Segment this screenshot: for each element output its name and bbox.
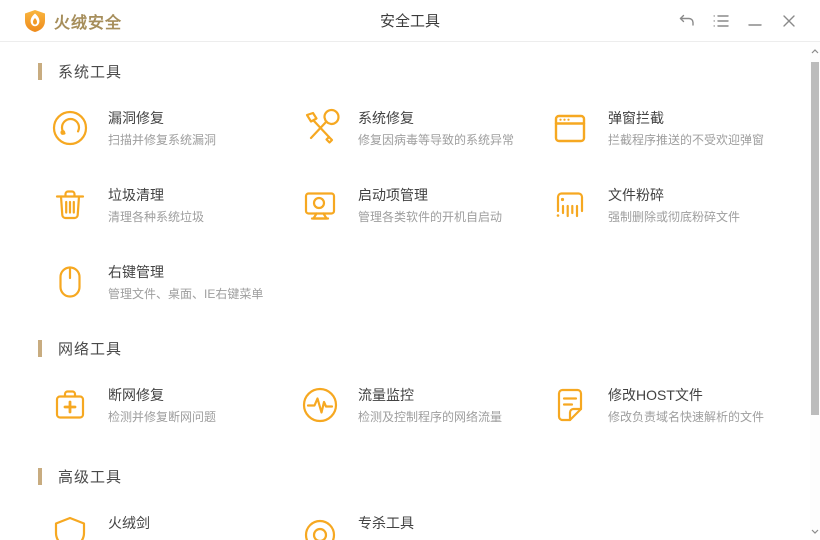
brand: 火绒安全: [0, 9, 122, 33]
tool-context-menu-manager[interactable]: 右键管理 管理文件、桌面、IE右键菜单: [50, 262, 300, 302]
tool-file-shredder[interactable]: 文件粉碎 强制删除或彻底粉碎文件: [550, 185, 800, 225]
context-menu-manager-icon: [50, 262, 90, 302]
section-bar: [38, 62, 42, 80]
menu-icon[interactable]: [704, 6, 738, 36]
popup-blocker-icon: [550, 108, 590, 148]
network-repair-icon: [50, 385, 90, 425]
tool-title: 流量监控: [358, 387, 414, 403]
tool-special-kill-tool[interactable]: 专杀工具: [300, 513, 550, 540]
tool-title: 弹窗拦截: [608, 110, 664, 126]
tool-popup-blocker[interactable]: 弹窗拦截 拦截程序推送的不受欢迎弹窗: [550, 108, 800, 148]
scrollbar: [810, 42, 820, 540]
tool-desc: 修复因病毒等导致的系统异常: [358, 133, 515, 147]
tool-title: 启动项管理: [358, 187, 428, 203]
tool-host-file-editor[interactable]: 修改HOST文件 修改负责域名快速解析的文件: [550, 385, 800, 425]
tool-title: 火绒剑: [108, 515, 150, 531]
window-controls: [670, 6, 820, 36]
tool-desc: 检测及控制程序的网络流量: [358, 410, 503, 424]
section-system-tools: 系统工具 漏洞修复 扫描并修复系统漏洞 系统修复 修复因病毒等导致的系统异常 弹…: [0, 60, 810, 302]
host-file-editor-icon: [550, 385, 590, 425]
junk-cleaner-icon: [50, 185, 90, 225]
section-label: 网络工具: [58, 340, 123, 358]
section-header: 高级工具: [0, 465, 810, 487]
section-header: 系统工具: [0, 60, 810, 82]
vulnerability-repair-icon: [50, 108, 90, 148]
tool-title: 专杀工具: [358, 515, 414, 531]
section-label: 高级工具: [58, 468, 123, 486]
back-icon[interactable]: [670, 6, 704, 36]
tool-desc: 清理各种系统垃圾: [108, 210, 205, 224]
tool-desc: 管理各类软件的开机自启动: [358, 210, 503, 224]
huorong-logo-icon: [24, 9, 46, 33]
tool-system-repair[interactable]: 系统修复 修复因病毒等导致的系统异常: [300, 108, 550, 148]
section-network-tools: 网络工具 断网修复 检测并修复断网问题 流量监控 检测及控制程序的网络流量 修改…: [0, 337, 810, 425]
section-label: 系统工具: [58, 63, 123, 81]
tool-title: 系统修复: [358, 110, 414, 126]
tools-panel: 系统工具 漏洞修复 扫描并修复系统漏洞 系统修复 修复因病毒等导致的系统异常 弹…: [0, 42, 820, 540]
scroll-down-icon[interactable]: [810, 524, 820, 538]
scrollbar-thumb[interactable]: [811, 62, 819, 415]
close-icon[interactable]: [772, 6, 806, 36]
system-repair-icon: [300, 108, 340, 148]
tool-title: 文件粉碎: [608, 187, 664, 203]
tool-huorong-sword[interactable]: 火绒剑: [50, 513, 300, 540]
section-bar: [38, 467, 42, 485]
tool-desc: 管理文件、桌面、IE右键菜单: [108, 287, 264, 301]
tool-desc: 扫描并修复系统漏洞: [108, 133, 217, 147]
section-bar: [38, 339, 42, 357]
startup-manager-icon: [300, 185, 340, 225]
tool-title: 漏洞修复: [108, 110, 164, 126]
traffic-monitor-icon: [300, 385, 340, 425]
tool-desc: 强制删除或彻底粉碎文件: [608, 210, 741, 224]
tool-title: 垃圾清理: [108, 187, 164, 203]
minimize-icon[interactable]: [738, 6, 772, 36]
tool-vulnerability-repair[interactable]: 漏洞修复 扫描并修复系统漏洞: [50, 108, 300, 148]
tool-traffic-monitor[interactable]: 流量监控 检测及控制程序的网络流量: [300, 385, 550, 425]
tool-network-repair[interactable]: 断网修复 检测并修复断网问题: [50, 385, 300, 425]
tool-desc: 拦截程序推送的不受欢迎弹窗: [608, 133, 765, 147]
tool-title: 右键管理: [108, 264, 164, 280]
file-shredder-icon: [550, 185, 590, 225]
huorong-sword-icon: [50, 513, 90, 540]
titlebar: 火绒安全 安全工具: [0, 0, 820, 42]
section-advanced-tools: 高级工具 火绒剑 专杀工具: [0, 465, 810, 540]
tool-title: 修改HOST文件: [608, 387, 703, 403]
brand-name: 火绒安全: [54, 14, 123, 32]
tool-startup-manager[interactable]: 启动项管理 管理各类软件的开机自启动: [300, 185, 550, 225]
tool-title: 断网修复: [108, 387, 164, 403]
scroll-up-icon[interactable]: [810, 44, 820, 58]
tool-desc: 修改负责域名快速解析的文件: [608, 410, 765, 424]
special-kill-tool-icon: [300, 513, 340, 540]
section-header: 网络工具: [0, 337, 810, 359]
tool-junk-cleaner[interactable]: 垃圾清理 清理各种系统垃圾: [50, 185, 300, 225]
tool-desc: 检测并修复断网问题: [108, 410, 217, 424]
